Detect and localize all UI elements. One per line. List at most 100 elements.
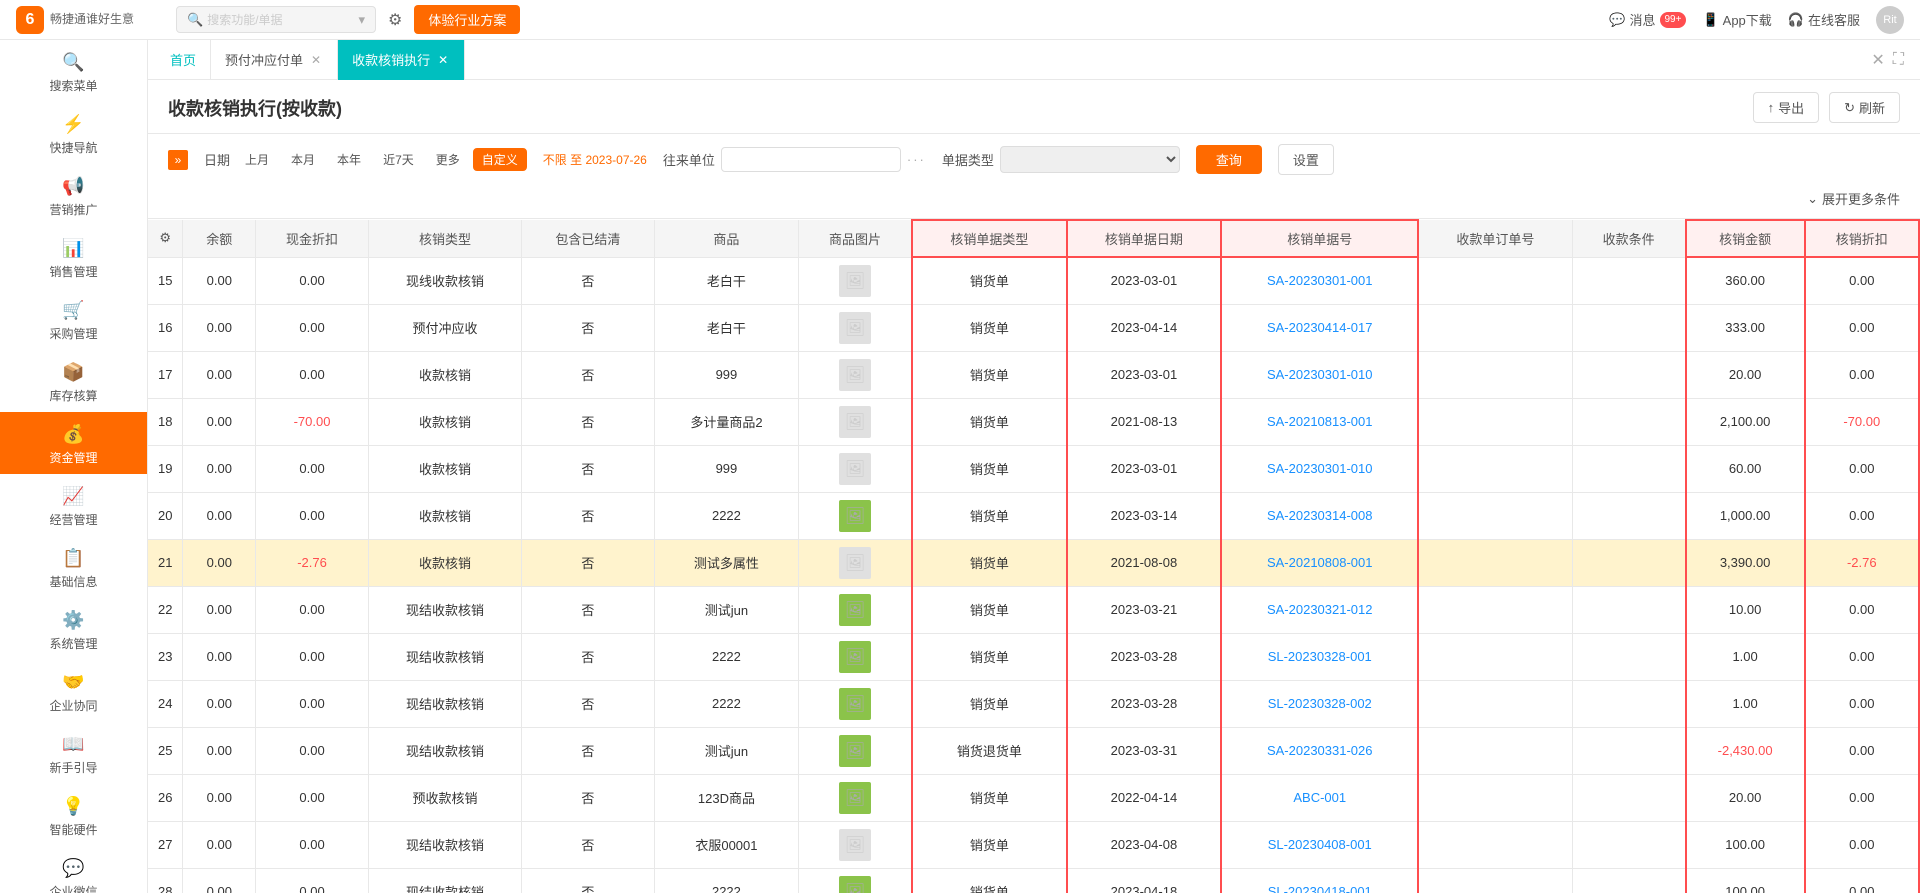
tab-receipt-cancel[interactable]: 收款核销执行 ✕	[338, 40, 465, 80]
solution-button[interactable]: 体验行业方案	[414, 5, 520, 34]
voucher-no-link[interactable]: SL-20230408-001	[1268, 837, 1372, 852]
cell-cash-discount: 0.00	[256, 586, 369, 633]
voucher-no-link[interactable]: SA-20230414-017	[1267, 320, 1373, 335]
cell-voucher-type: 销货退货单	[912, 727, 1067, 774]
partner-input[interactable]	[721, 147, 901, 172]
quick-nav-icon: ⚡	[62, 114, 84, 135]
date-this-year[interactable]: 本年	[328, 148, 370, 171]
cell-voucher-no[interactable]: SA-20230331-026	[1221, 727, 1418, 774]
online-service-item[interactable]: 🎧 在线客服	[1788, 10, 1860, 29]
date-this-month[interactable]: 本月	[282, 148, 324, 171]
cell-voucher-no[interactable]: SA-20230414-017	[1221, 304, 1418, 351]
voucher-no-link[interactable]: SA-20230321-012	[1267, 602, 1373, 617]
search-icon: 🔍	[187, 12, 203, 28]
sidebar-item-wechat[interactable]: 💬 企业微信	[0, 846, 147, 893]
cell-voucher-no[interactable]: SL-20230328-002	[1221, 680, 1418, 727]
voucher-no-link[interactable]: SA-20230301-010	[1267, 461, 1373, 476]
sidebar-item-guide[interactable]: 📖 新手引导	[0, 722, 147, 784]
cell-include-settled: 否	[521, 821, 654, 868]
search-input-area[interactable]: 🔍 搜索功能/单据 ▾	[176, 6, 376, 33]
user-avatar[interactable]: Rit	[1876, 6, 1904, 34]
cell-voucher-no[interactable]: SA-20230301-001	[1221, 257, 1418, 304]
refresh-button[interactable]: ↻ 刷新	[1829, 92, 1900, 123]
sidebar-item-search[interactable]: 🔍 搜索菜单	[0, 40, 147, 102]
sidebar-item-collab[interactable]: 🤝 企业协同	[0, 660, 147, 722]
voucher-no-link[interactable]: SA-20210813-001	[1267, 414, 1373, 429]
tab-receipt-close[interactable]: ✕	[436, 51, 450, 69]
voucher-no-link[interactable]: SA-20210808-001	[1267, 555, 1373, 570]
date-range-display: 不限 至 2023-07-26	[543, 151, 647, 168]
expand-arrow-btn[interactable]: »	[168, 150, 188, 170]
cell-balance: 0.00	[183, 680, 256, 727]
cell-voucher-no[interactable]: SA-20230301-010	[1221, 445, 1418, 492]
tab-home[interactable]: 首页	[156, 40, 211, 80]
cell-voucher-no[interactable]: SA-20230301-010	[1221, 351, 1418, 398]
voucher-no-link[interactable]: SL-20230418-001	[1268, 884, 1372, 893]
app-download-item[interactable]: 📱 App下载	[1702, 10, 1771, 29]
partner-ellipsis: ···	[907, 152, 926, 167]
voucher-type-select[interactable]	[1000, 146, 1180, 173]
cell-voucher-no[interactable]: SA-20210813-001	[1221, 398, 1418, 445]
cell-voucher-no[interactable]: SL-20230328-001	[1221, 633, 1418, 680]
settings-button[interactable]: 设置	[1278, 144, 1334, 175]
date-7days[interactable]: 近7天	[374, 148, 423, 171]
date-more[interactable]: 更多	[427, 148, 469, 171]
cell-product-image: 🖼	[798, 633, 912, 680]
sidebar-item-management[interactable]: 📈 经营管理	[0, 474, 147, 536]
voucher-no-link[interactable]: SL-20230328-001	[1268, 649, 1372, 664]
sidebar-item-marketing[interactable]: 📢 营销推广	[0, 164, 147, 226]
sidebar-item-hardware[interactable]: 💡 智能硬件	[0, 784, 147, 846]
cell-receipt-terms	[1572, 445, 1686, 492]
sidebar-item-system[interactable]: ⚙️ 系统管理	[0, 598, 147, 660]
export-button[interactable]: ↑ 导出	[1753, 92, 1820, 123]
cell-balance: 0.00	[183, 257, 256, 304]
date-last-month[interactable]: 上月	[236, 148, 278, 171]
expand-more-conditions[interactable]: ⌄ 展开更多条件	[1807, 189, 1900, 208]
query-button[interactable]: 查询	[1196, 145, 1262, 174]
cell-cancel-type: 收款核销	[368, 539, 521, 586]
cell-voucher-no[interactable]: ABC-001	[1221, 774, 1418, 821]
col-header-cancel-discount: 核销折扣	[1805, 220, 1919, 257]
download-icon: 📱	[1702, 12, 1718, 28]
sidebar-item-inventory[interactable]: 📦 库存核算	[0, 350, 147, 412]
cell-receipt-order-no	[1418, 727, 1572, 774]
top-bar: 6 畅捷通谁好生意 🔍 搜索功能/单据 ▾ ⚙ 体验行业方案 💬 消息 99+ …	[0, 0, 1920, 40]
tab-prepay[interactable]: 预付冲应付单 ✕	[211, 40, 338, 80]
cell-receipt-order-no	[1418, 539, 1572, 586]
maximize-icon[interactable]: ⛶	[1893, 51, 1904, 69]
date-custom[interactable]: 自定义	[473, 148, 527, 171]
sidebar-item-sales[interactable]: 📊 销售管理	[0, 226, 147, 288]
sidebar-item-quicknav[interactable]: ⚡ 快捷导航	[0, 102, 147, 164]
cell-voucher-no[interactable]: SA-20230314-008	[1221, 492, 1418, 539]
voucher-no-link[interactable]: SL-20230328-002	[1268, 696, 1372, 711]
product-thumbnail: 🖼	[839, 500, 871, 532]
message-icon: 💬	[1609, 12, 1625, 28]
gear-icon-top[interactable]: ⚙	[388, 10, 402, 30]
cell-voucher-no[interactable]: SA-20210808-001	[1221, 539, 1418, 586]
sidebar-item-purchase[interactable]: 🛒 采购管理	[0, 288, 147, 350]
cell-voucher-no[interactable]: SL-20230418-001	[1221, 868, 1418, 893]
cell-voucher-no[interactable]: SL-20230408-001	[1221, 821, 1418, 868]
cell-product: 老白干	[654, 257, 798, 304]
message-item[interactable]: 💬 消息 99+	[1609, 10, 1686, 29]
cell-voucher-type: 销货单	[912, 633, 1067, 680]
voucher-no-link[interactable]: SA-20230301-010	[1267, 367, 1373, 382]
voucher-no-link[interactable]: SA-20230314-008	[1267, 508, 1373, 523]
sidebar-item-base[interactable]: 📋 基础信息	[0, 536, 147, 598]
cell-cancel-type: 预收款核销	[368, 774, 521, 821]
cell-voucher-no[interactable]: SA-20230321-012	[1221, 586, 1418, 633]
cell-voucher-type: 销货单	[912, 398, 1067, 445]
cell-cancel-amount: 3,390.00	[1686, 539, 1805, 586]
voucher-no-link[interactable]: SA-20230331-026	[1267, 743, 1373, 758]
date-buttons: 上月 本月 本年 近7天 更多 自定义	[236, 148, 527, 171]
cell-product-image: 🖼	[798, 445, 912, 492]
product-thumbnail: 🖼	[839, 782, 871, 814]
col-header-product-image: 商品图片	[798, 220, 912, 257]
cell-cancel-type: 现线收款核销	[368, 257, 521, 304]
sidebar-item-finance[interactable]: 💰 资金管理	[0, 412, 147, 474]
voucher-no-link[interactable]: ABC-001	[1293, 790, 1346, 805]
voucher-no-link[interactable]: SA-20230301-001	[1267, 273, 1373, 288]
col-header-settings[interactable]: ⚙	[148, 220, 183, 257]
tab-prepay-close[interactable]: ✕	[309, 51, 323, 69]
close-window-icon[interactable]: ✕	[1871, 50, 1884, 70]
